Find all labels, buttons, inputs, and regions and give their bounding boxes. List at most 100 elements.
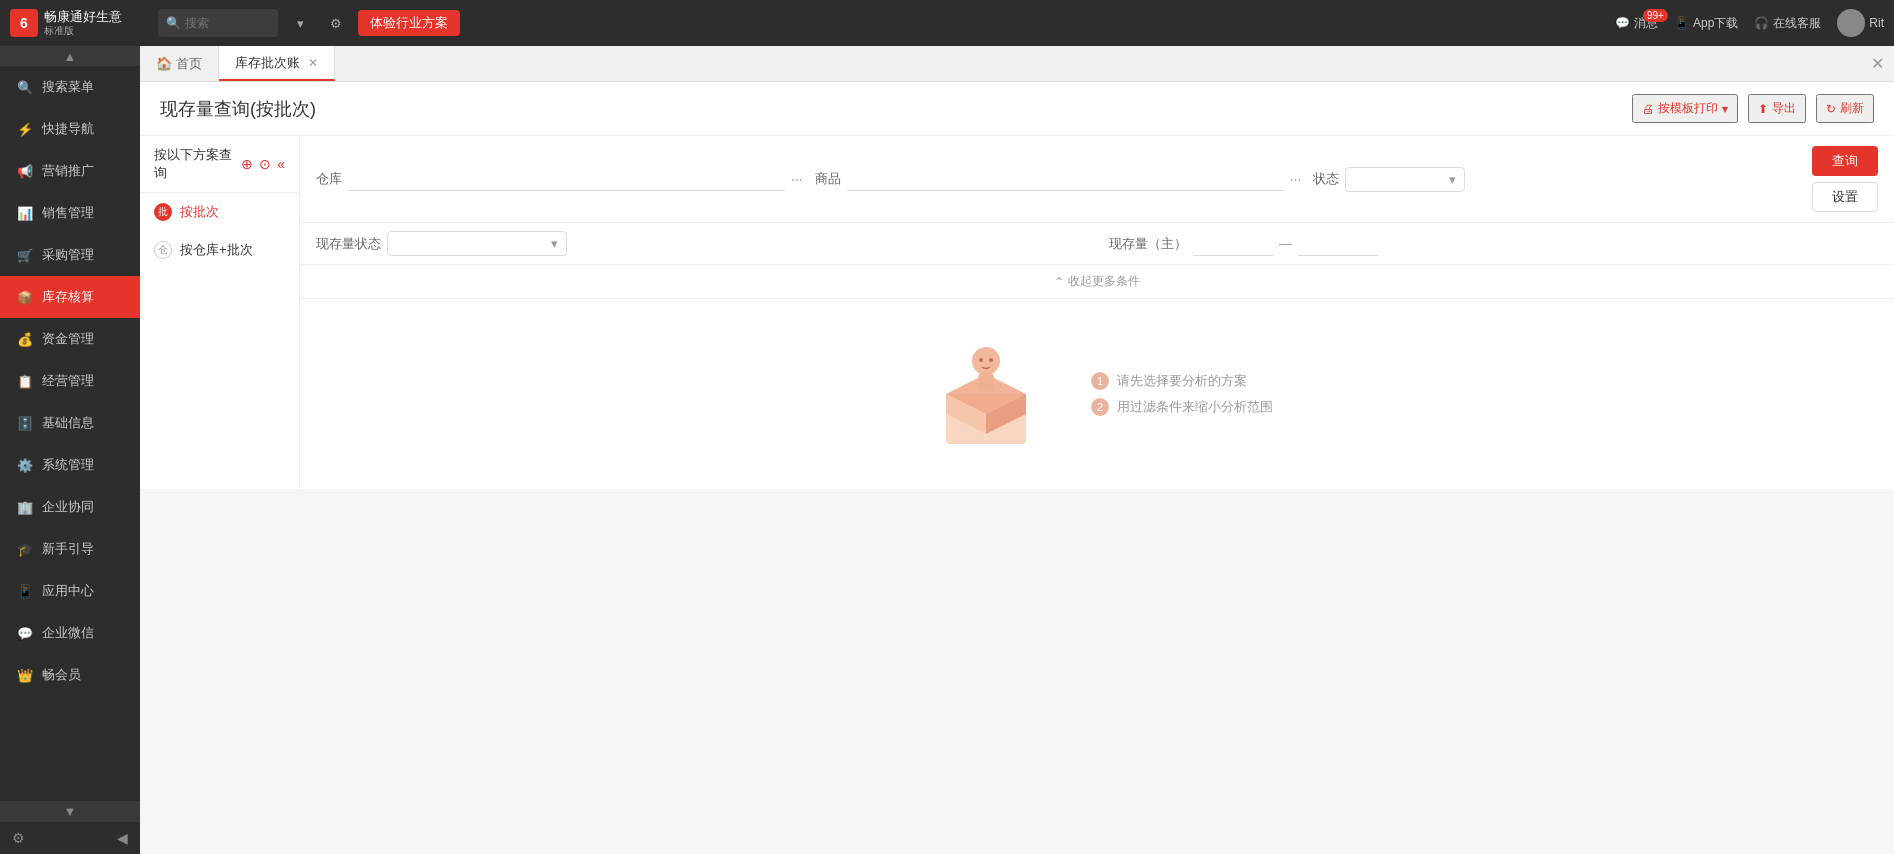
empty-state-content: 1 请先选择要分析的方案 2 用过滤条件来缩小分析范围 <box>921 339 1273 449</box>
basic-icon: 🗄️ <box>16 414 34 432</box>
print-template-btn[interactable]: 🖨 按模板打印 ▾ <box>1632 94 1738 123</box>
sidebar-item-enterprise[interactable]: 🏢 企业协同 <box>0 486 140 528</box>
wechat-icon: 💬 <box>16 624 34 642</box>
search-input[interactable] <box>185 16 265 30</box>
page-title: 现存量查询(按批次) <box>160 97 316 121</box>
empty-step-2: 2 用过滤条件来缩小分析范围 <box>1091 398 1273 416</box>
tab-inventory-batch[interactable]: 库存批次账 ✕ <box>219 46 335 81</box>
scheme-by-warehouse-batch-label: 按仓库+批次 <box>180 241 253 259</box>
svg-rect-5 <box>978 373 994 391</box>
header-gear-btn[interactable]: ⚙ <box>322 9 350 37</box>
app-download-btn[interactable]: 📱 App下载 <box>1674 15 1738 32</box>
sidebar-label-member: 畅会员 <box>42 666 81 684</box>
svg-point-4 <box>972 347 1000 375</box>
sidebar-item-operations[interactable]: 📋 经营管理 <box>0 360 140 402</box>
scheme-header: 按以下方案查询 ⊕ ⊙ « <box>140 136 299 193</box>
export-label: 导出 <box>1772 100 1796 117</box>
search-icon: 🔍 <box>166 16 181 30</box>
page-content: 现存量查询(按批次) 🖨 按模板打印 ▾ ⬆ 导出 ↻ 刷新 <box>140 82 1894 854</box>
product-dots[interactable]: ··· <box>1290 171 1302 187</box>
sidebar-item-purchase[interactable]: 🛒 采购管理 <box>0 234 140 276</box>
sidebar-label-wechat: 企业微信 <box>42 624 94 642</box>
scheme-inactive-icon: 仓 <box>154 241 172 259</box>
inventory-status-label: 现存量状态 <box>316 235 381 253</box>
sidebar-item-finance[interactable]: 💰 资金管理 <box>0 318 140 360</box>
sidebar-item-inventory[interactable]: 📦 库存核算 <box>0 276 140 318</box>
tab-bar: 🏠 首页 库存批次账 ✕ ✕ <box>140 46 1894 82</box>
scheme-collapse-btn[interactable]: « <box>277 156 285 172</box>
sales-icon: 📊 <box>16 204 34 222</box>
phone-icon: 📱 <box>1674 16 1689 30</box>
sidebar-item-newbie[interactable]: 🎓 新手引导 <box>0 528 140 570</box>
sidebar-item-system[interactable]: ⚙️ 系统管理 <box>0 444 140 486</box>
inventory-qty-field: 现存量（主） — <box>1109 232 1878 256</box>
messages-btn[interactable]: 💬 消息 99+ <box>1615 15 1658 32</box>
sidebar-label-inventory: 库存核算 <box>42 288 94 306</box>
sidebar-item-wechat[interactable]: 💬 企业微信 <box>0 612 140 654</box>
sidebar-item-marketing[interactable]: 📢 营销推广 <box>0 150 140 192</box>
inventory-qty-label: 现存量（主） <box>1109 235 1187 253</box>
finance-icon: 💰 <box>16 330 34 348</box>
scheme-setting-btn[interactable]: ⊙ <box>259 156 271 172</box>
product-input[interactable] <box>847 167 1284 191</box>
scheme-item-by-warehouse-batch[interactable]: 仓 按仓库+批次 <box>140 231 299 269</box>
experience-btn[interactable]: 体验行业方案 <box>358 10 460 36</box>
scheme-by-batch-label: 按批次 <box>180 203 219 221</box>
query-btn[interactable]: 查询 <box>1812 146 1878 176</box>
sidebar-item-basic[interactable]: 🗄️ 基础信息 <box>0 402 140 444</box>
tab-close-btn[interactable]: ✕ <box>308 57 318 69</box>
svg-point-7 <box>989 358 993 362</box>
sidebar-scroll-down[interactable]: ▼ <box>0 801 140 821</box>
export-btn[interactable]: ⬆ 导出 <box>1748 94 1806 123</box>
content-area: 🏠 首页 库存批次账 ✕ ✕ 现存量查询(按批次) 🖨 按模板打印 ▾ <box>140 46 1894 854</box>
tab-home[interactable]: 🏠 首页 <box>140 46 219 81</box>
inventory-qty-max[interactable] <box>1298 232 1378 256</box>
product-label: 商品 <box>815 170 841 188</box>
scheme-item-by-batch[interactable]: 批 按批次 <box>140 193 299 231</box>
warehouse-dots[interactable]: ··· <box>791 171 803 187</box>
sidebar-item-member[interactable]: 👑 畅会员 <box>0 654 140 696</box>
empty-illustration <box>921 339 1051 449</box>
sidebar: ▲ 🔍 搜索菜单 ⚡ 快捷导航 📢 营销推广 📊 销售管理 🛒 采购管理 <box>0 46 140 854</box>
customer-service-btn[interactable]: 🎧 在线客服 <box>1754 15 1821 32</box>
status-select[interactable]: ▾ <box>1345 167 1465 192</box>
shortcut-icon: ⚡ <box>16 120 34 138</box>
header-dropdown-btn[interactable]: ▾ <box>286 9 314 37</box>
inventory-qty-min[interactable] <box>1193 232 1273 256</box>
refresh-btn[interactable]: ↻ 刷新 <box>1816 94 1874 123</box>
home-icon: 🏠 <box>156 56 172 71</box>
sidebar-collapse-icon[interactable]: ◀ <box>117 830 128 846</box>
refresh-label: 刷新 <box>1840 100 1864 117</box>
tab-panel-close-btn[interactable]: ✕ <box>1871 54 1894 73</box>
warehouse-label: 仓库 <box>316 170 342 188</box>
sidebar-label-enterprise: 企业协同 <box>42 498 94 516</box>
header-search-box[interactable]: 🔍 <box>158 9 278 37</box>
settings-btn[interactable]: 设置 <box>1812 182 1878 212</box>
sidebar-scroll-up[interactable]: ▲ <box>0 46 140 66</box>
print-dropdown-arrow[interactable]: ▾ <box>1722 102 1728 116</box>
top-header: 6 畅康通好生意 标准版 🔍 ▾ ⚙ 体验行业方案 💬 消息 99+ 📱 App… <box>0 0 1894 46</box>
logo-icon: 6 <box>10 9 38 37</box>
apps-icon: 📱 <box>16 582 34 600</box>
sidebar-items: 🔍 搜索菜单 ⚡ 快捷导航 📢 营销推广 📊 销售管理 🛒 采购管理 📦 <box>0 66 140 801</box>
message-icon: 💬 <box>1615 16 1630 30</box>
sidebar-settings-icon[interactable]: ⚙ <box>12 830 25 846</box>
export-icon: ⬆ <box>1758 102 1768 116</box>
page-actions: 🖨 按模板打印 ▾ ⬆ 导出 ↻ 刷新 <box>1632 94 1874 123</box>
sidebar-item-apps[interactable]: 📱 应用中心 <box>0 570 140 612</box>
empty-svg <box>921 339 1051 449</box>
user-avatar-area[interactable]: Rit <box>1837 9 1884 37</box>
sidebar-item-shortcut[interactable]: ⚡ 快捷导航 <box>0 108 140 150</box>
sidebar-item-sales[interactable]: 📊 销售管理 <box>0 192 140 234</box>
collapse-bar[interactable]: ⌃ 收起更多条件 <box>300 265 1894 299</box>
warehouse-input[interactable] <box>348 167 785 191</box>
status-field: 状态 ▾ <box>1313 167 1800 192</box>
inventory-status-select[interactable]: ▾ <box>387 231 567 256</box>
print-template-label: 按模板打印 <box>1658 100 1718 117</box>
marketing-icon: 📢 <box>16 162 34 180</box>
app-download-label: App下载 <box>1693 15 1738 32</box>
sidebar-label-system: 系统管理 <box>42 456 94 474</box>
step-1-text: 请先选择要分析的方案 <box>1117 372 1247 390</box>
sidebar-item-search-menu[interactable]: 🔍 搜索菜单 <box>0 66 140 108</box>
scheme-add-btn[interactable]: ⊕ <box>241 156 253 172</box>
